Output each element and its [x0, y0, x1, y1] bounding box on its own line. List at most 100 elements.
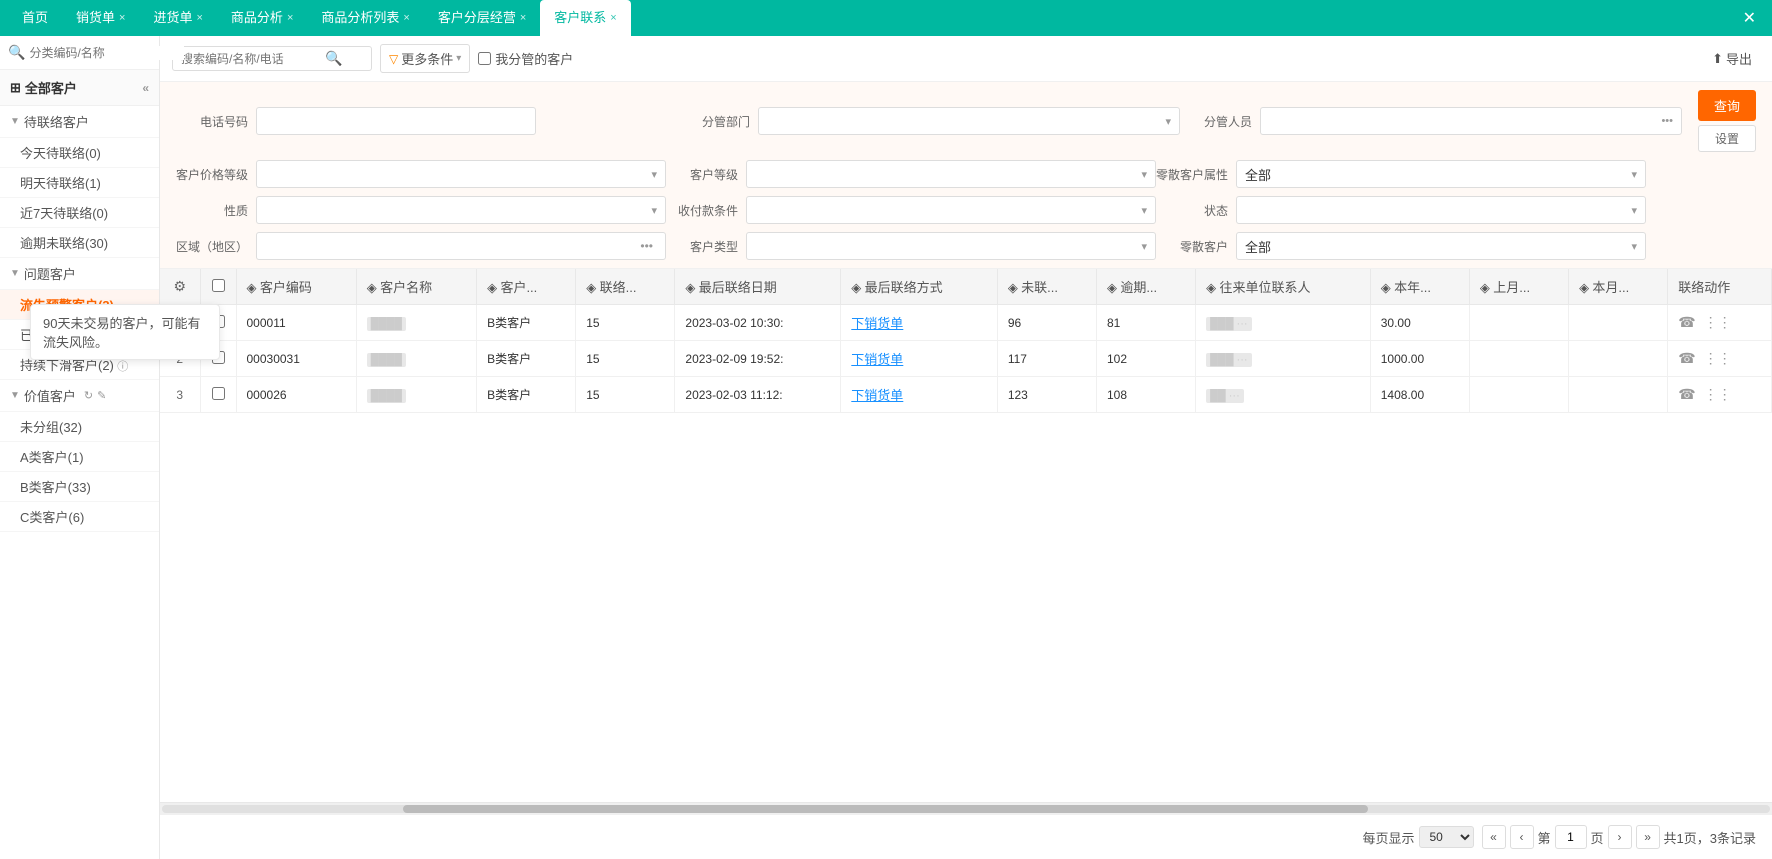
col-header-overdue[interactable]: ◈ 逾期... — [1096, 269, 1195, 305]
close-product-analysis-icon[interactable]: × — [287, 0, 293, 36]
nav-customer-tier[interactable]: 客户分层经营 × — [424, 0, 540, 36]
row3-checkbox[interactable] — [200, 377, 236, 413]
close-customer-tier-icon[interactable]: × — [520, 0, 526, 36]
filter-person-select[interactable]: ••• — [1260, 107, 1682, 135]
col-header-type[interactable]: ◈ 客户... — [477, 269, 576, 305]
export-button[interactable]: ⬆ 导出 — [1704, 45, 1760, 72]
row3-this-month — [1569, 377, 1668, 413]
edit-icon[interactable]: ✎ — [97, 389, 106, 402]
filter-customer-type-select[interactable]: ▾ — [746, 232, 1156, 260]
chevron-icon-3: ▾ — [651, 168, 657, 181]
per-page-select[interactable]: 50 100 — [1419, 826, 1474, 848]
filter-scatter-customer-select[interactable]: 全部 ▾ — [1236, 232, 1646, 260]
triangle-icon: ▼ — [10, 116, 20, 127]
prev-page-button[interactable]: ‹ — [1510, 825, 1534, 849]
my-customers-checkbox-wrap[interactable]: 我分管的客户 — [478, 49, 573, 68]
sidebar-item-7day-pending[interactable]: 近7天待联络(0) — [0, 198, 159, 228]
sidebar-all-customers[interactable]: ⊞ 全部客户 « — [0, 70, 159, 106]
close-product-analysis-list-icon[interactable]: × — [403, 0, 409, 36]
more-btn[interactable]: ••• — [636, 239, 657, 253]
sidebar-group-value[interactable]: ▼ 价值客户 ↻ ✎ — [0, 380, 159, 412]
page-number-input[interactable] — [1555, 825, 1587, 849]
col-header-name[interactable]: ◈ 客户名称 — [356, 269, 476, 305]
sidebar-item-unclassified[interactable]: 未分组(32) — [0, 412, 159, 442]
chevron-down-icon: ▾ — [456, 53, 461, 64]
row3-name-blurred: ████ — [367, 389, 406, 403]
query-button[interactable]: 查询 — [1698, 90, 1756, 121]
filter-dept-select[interactable]: ▾ — [758, 107, 1180, 135]
select-all-checkbox[interactable] — [212, 279, 225, 292]
close-customer-contact-icon[interactable]: × — [610, 0, 616, 36]
toolbar-search-input[interactable] — [181, 52, 321, 66]
nav-purchase-order[interactable]: 进货单 × — [139, 0, 216, 36]
more-filter-button[interactable]: ▽ 更多条件 ▾ — [380, 44, 470, 73]
row3-more-icon[interactable]: ⋮⋮ — [1704, 386, 1732, 403]
filter-payment-select[interactable]: ▾ — [746, 196, 1156, 224]
row3-last-contact-method[interactable]: 下销货单 — [841, 377, 998, 413]
row1-type: B类客户 — [477, 305, 576, 341]
sidebar-item-class-b[interactable]: B类客户(33) — [0, 472, 159, 502]
nav-sales-order[interactable]: 销货单 × — [62, 0, 139, 36]
filter-region-select[interactable]: ••• — [256, 232, 666, 260]
next-page-button[interactable]: › — [1608, 825, 1632, 849]
row1-last-contact-method[interactable]: 下销货单 — [841, 305, 998, 341]
nav-product-analysis[interactable]: 商品分析 × — [217, 0, 307, 36]
row3-actions: ☎ ⋮⋮ — [1668, 377, 1772, 413]
nav-customer-contact[interactable]: 客户联系 × — [540, 0, 630, 36]
row2-this-year: 1000.00 — [1370, 341, 1469, 377]
sidebar-group-problem[interactable]: ▼ 问题客户 — [0, 258, 159, 290]
col-header-last-contact-method[interactable]: ◈ 最后联络方式 — [841, 269, 998, 305]
row3-select-checkbox[interactable] — [212, 387, 225, 400]
filter-phone-input[interactable] — [256, 107, 536, 135]
row2-contact-blurred: ███ ··· — [1206, 353, 1251, 367]
row1-contact-icon[interactable]: ☎ — [1678, 314, 1695, 331]
col-header-last-contact-date[interactable]: ◈ 最后联络日期 — [675, 269, 841, 305]
first-page-button[interactable]: « — [1482, 825, 1506, 849]
filter-scatter-attr-select[interactable]: 全部 ▾ — [1236, 160, 1646, 188]
col-header-this-year[interactable]: ◈ 本年... — [1370, 269, 1469, 305]
window-close-button[interactable]: ✕ — [1735, 8, 1764, 28]
row2-action-icons: ☎ ⋮⋮ — [1678, 350, 1761, 367]
col-header-this-month[interactable]: ◈ 本月... — [1569, 269, 1668, 305]
sidebar-item-today-pending[interactable]: 今天待联络(0) — [0, 138, 159, 168]
col-header-code[interactable]: ◈ 客户编码 — [236, 269, 356, 305]
toolbar-search-icon[interactable]: 🔍 — [325, 50, 342, 67]
scrollbar-thumb[interactable] — [403, 805, 1368, 813]
col-header-contact-person[interactable]: ◈ 往来单位联系人 — [1196, 269, 1371, 305]
row3-contact-icon[interactable]: ☎ — [1678, 386, 1695, 403]
filter-customer-tier-select[interactable]: ▾ — [746, 160, 1156, 188]
row1-action-icons: ☎ ⋮⋮ — [1678, 314, 1761, 331]
last-page-button[interactable]: » — [1636, 825, 1660, 849]
row1-no-contact-days: 96 — [997, 305, 1096, 341]
my-customers-checkbox[interactable] — [478, 52, 491, 65]
row2-more-icon[interactable]: ⋮⋮ — [1704, 350, 1732, 367]
row1-contact-person: ███ ··· — [1196, 305, 1371, 341]
nav-product-analysis-list[interactable]: 商品分析列表 × — [307, 0, 423, 36]
sidebar-item-tomorrow-pending[interactable]: 明天待联络(1) — [0, 168, 159, 198]
sidebar-group-pending[interactable]: ▼ 待联络客户 — [0, 106, 159, 138]
row1-more-icon[interactable]: ⋮⋮ — [1704, 314, 1732, 331]
triangle-icon-2: ▼ — [10, 268, 20, 279]
filter-nature-select[interactable]: ▾ — [256, 196, 666, 224]
refresh-icon[interactable]: ↻ — [84, 389, 93, 402]
chevron-icon: ▾ — [1165, 115, 1171, 128]
close-sales-order-icon[interactable]: × — [119, 0, 125, 36]
filter-price-tier-select[interactable]: ▾ — [256, 160, 666, 188]
col-header-last-month[interactable]: ◈ 上月... — [1469, 269, 1568, 305]
row2-last-contact-method[interactable]: 下销货单 — [841, 341, 998, 377]
row2-contact-icon[interactable]: ☎ — [1678, 350, 1695, 367]
sidebar-search-input[interactable] — [29, 46, 184, 60]
nav-home[interactable]: 首页 — [8, 0, 62, 36]
sidebar-item-class-a[interactable]: A类客户(1) — [0, 442, 159, 472]
horizontal-scrollbar[interactable] — [160, 802, 1772, 814]
sidebar-item-overdue-no-contact[interactable]: 逾期未联络(30) — [0, 228, 159, 258]
col-header-no-contact-days[interactable]: ◈ 未联... — [997, 269, 1096, 305]
filter-form: 电话号码 分管部门 ▾ 分管人员 ••• — [160, 82, 1772, 269]
col-header-contact-count[interactable]: ◈ 联络... — [576, 269, 675, 305]
settings-button[interactable]: 设置 — [1698, 125, 1756, 152]
close-purchase-order-icon[interactable]: × — [196, 0, 202, 36]
filter-status-select[interactable]: ▾ — [1236, 196, 1646, 224]
filter-customer-type: 客户类型 ▾ — [666, 232, 1156, 260]
sidebar-item-class-c[interactable]: C类客户(6) — [0, 502, 159, 532]
table-settings-button[interactable]: ⚙ — [160, 269, 200, 305]
